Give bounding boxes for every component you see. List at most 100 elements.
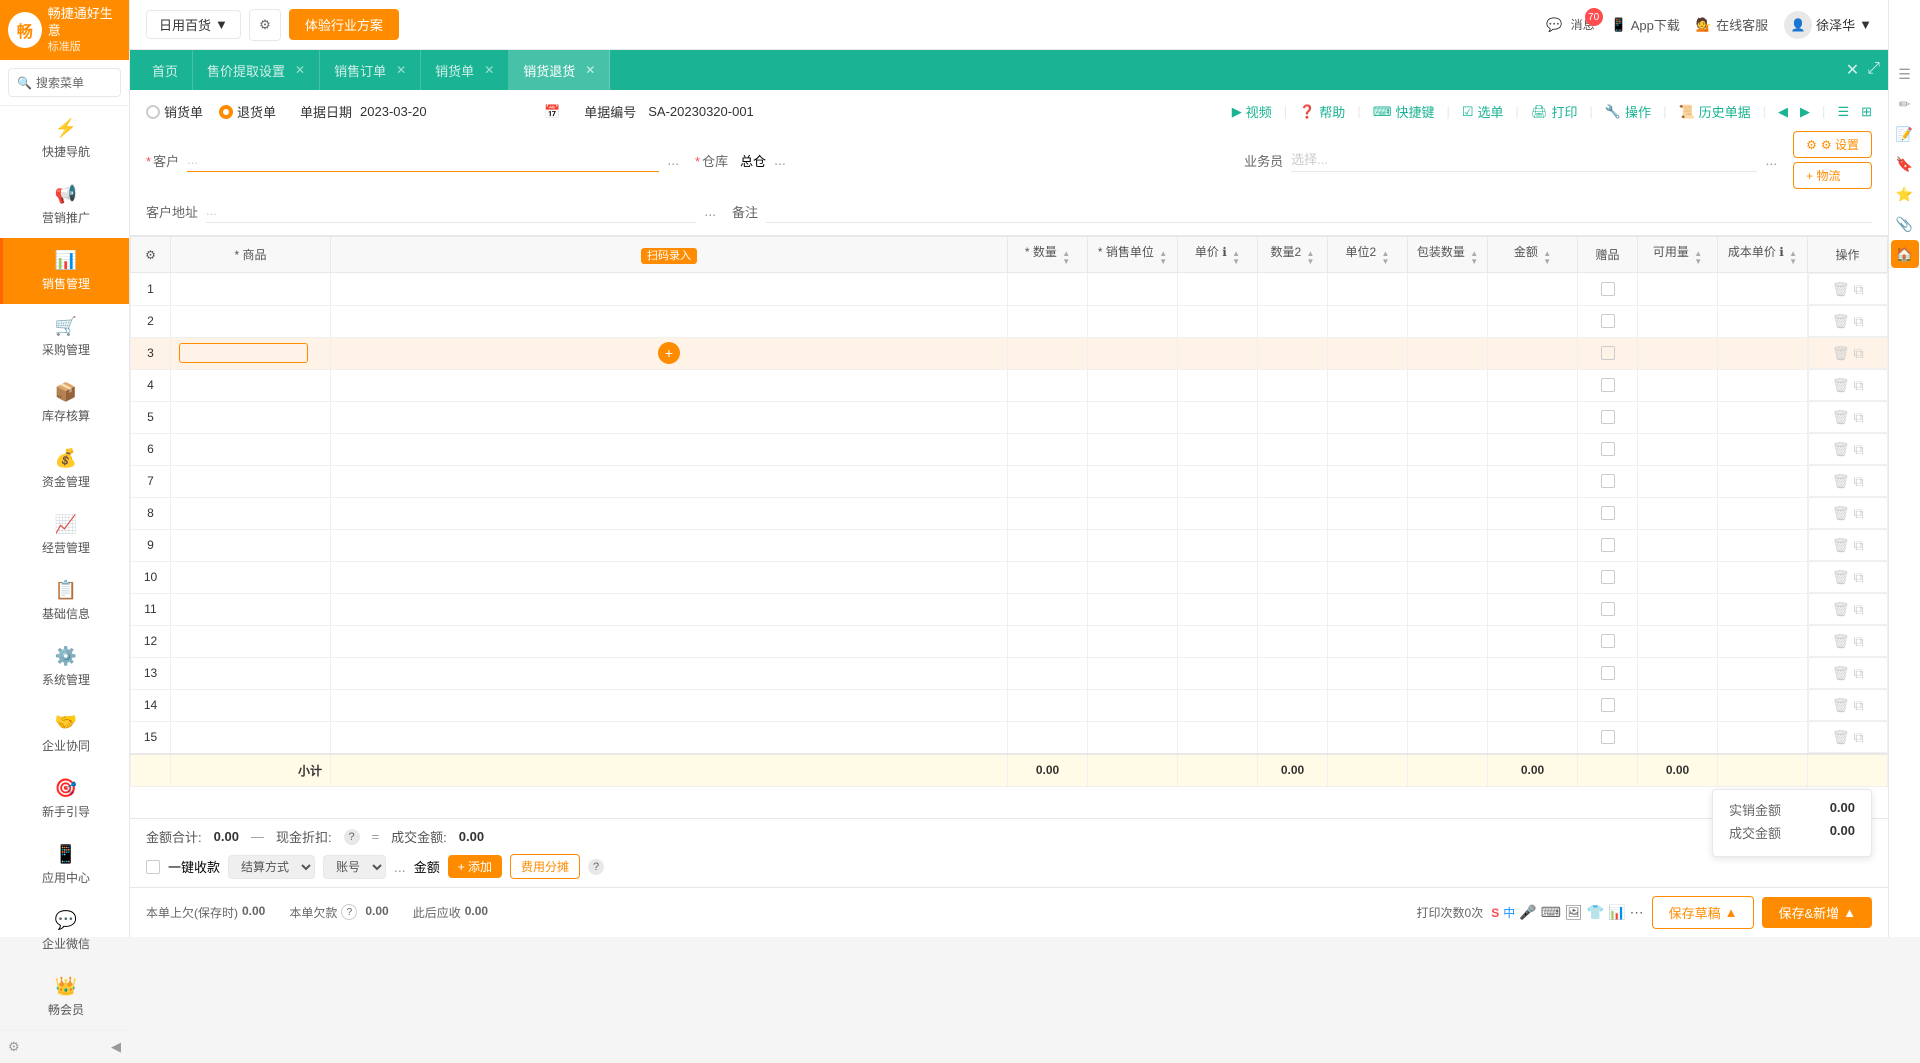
cost-cell[interactable] bbox=[1718, 657, 1808, 689]
unit2-cell[interactable] bbox=[1328, 497, 1408, 529]
add-row-button[interactable]: + bbox=[658, 342, 680, 364]
sidebar-item-finance[interactable]: 💰 资金管理 bbox=[0, 436, 129, 502]
sidebar-item-system[interactable]: ⚙️ 系统管理 bbox=[0, 634, 129, 700]
amount-cell[interactable] bbox=[1488, 721, 1578, 754]
sidebar-settings-icon[interactable]: ⚙ bbox=[8, 1039, 20, 1055]
gift-checkbox[interactable] bbox=[1601, 602, 1615, 616]
sidebar-search[interactable]: 🔍 搜索菜单 bbox=[0, 60, 129, 106]
available-cell[interactable] bbox=[1638, 529, 1718, 561]
account-select[interactable]: 账号 bbox=[323, 855, 386, 879]
add-row-cell[interactable]: + bbox=[331, 337, 1008, 369]
mic-icon[interactable]: 🎤 bbox=[1519, 904, 1536, 921]
add-payment-button[interactable]: + 添加 bbox=[448, 855, 502, 878]
warehouse-more-icon[interactable]: ... bbox=[774, 152, 786, 168]
cost-cell[interactable] bbox=[1718, 625, 1808, 657]
sidebar-item-purchase[interactable]: 🛒 采购管理 bbox=[0, 304, 129, 370]
copy-row-icon[interactable]: ⧉ bbox=[1854, 569, 1864, 586]
pkg-sort-icon[interactable]: ▲▼ bbox=[1470, 250, 1478, 266]
qty2-cell[interactable] bbox=[1258, 497, 1328, 529]
cost-cell[interactable] bbox=[1718, 337, 1808, 369]
delete-row-icon[interactable]: 🗑 bbox=[1832, 345, 1850, 362]
cost-cell[interactable] bbox=[1718, 401, 1808, 433]
unit-cell[interactable] bbox=[1088, 721, 1178, 754]
qty-cell[interactable] bbox=[1008, 337, 1088, 369]
product-cell[interactable] bbox=[171, 273, 331, 306]
cost-cell[interactable] bbox=[1718, 369, 1808, 401]
unit2-cell[interactable] bbox=[1328, 273, 1408, 306]
gift-checkbox[interactable] bbox=[1601, 634, 1615, 648]
cost-sort-icon[interactable]: ▲▼ bbox=[1789, 250, 1797, 266]
price-cell[interactable] bbox=[1178, 465, 1258, 497]
unit2-cell[interactable] bbox=[1328, 305, 1408, 337]
unit-cell[interactable] bbox=[1088, 305, 1178, 337]
copy-row-icon[interactable]: ⧉ bbox=[1854, 441, 1864, 458]
available-cell[interactable] bbox=[1638, 721, 1718, 754]
qty-cell[interactable] bbox=[1008, 305, 1088, 337]
unit-cell[interactable] bbox=[1088, 529, 1178, 561]
qty-cell[interactable] bbox=[1008, 497, 1088, 529]
pkg-cell[interactable] bbox=[1408, 433, 1488, 465]
amount-sort-icon[interactable]: ▲▼ bbox=[1543, 250, 1551, 266]
amount-cell[interactable] bbox=[1488, 529, 1578, 561]
gift-checkbox[interactable] bbox=[1601, 570, 1615, 584]
radio-sale-return[interactable]: 退货单 bbox=[219, 102, 276, 121]
note-input[interactable] bbox=[766, 199, 1872, 223]
product-cell[interactable] bbox=[171, 657, 331, 689]
pkg-cell[interactable] bbox=[1408, 529, 1488, 561]
customer-input[interactable] bbox=[187, 148, 659, 172]
price-cell[interactable] bbox=[1178, 657, 1258, 689]
available-cell[interactable] bbox=[1638, 689, 1718, 721]
sidebar-item-newbie[interactable]: 🎯 新手引导 bbox=[0, 766, 129, 832]
available-cell[interactable] bbox=[1638, 369, 1718, 401]
toolbar-operation[interactable]: 🔧 操作 bbox=[1605, 102, 1651, 121]
product-cell[interactable] bbox=[171, 465, 331, 497]
product-cell[interactable] bbox=[171, 561, 331, 593]
tab-sale-invoice[interactable]: 销货单 ✕ bbox=[421, 50, 509, 90]
price-cell[interactable] bbox=[1178, 337, 1258, 369]
amount-cell[interactable] bbox=[1488, 561, 1578, 593]
copy-row-icon[interactable]: ⧉ bbox=[1854, 601, 1864, 618]
trial-plan-button[interactable]: 体验行业方案 bbox=[289, 9, 399, 40]
unit-cell[interactable] bbox=[1088, 625, 1178, 657]
price-cell[interactable] bbox=[1178, 561, 1258, 593]
online-service-button[interactable]: 💁 在线客服 bbox=[1696, 15, 1768, 34]
price-sort-icon[interactable]: ▲▼ bbox=[1232, 250, 1240, 266]
account-more-icon[interactable]: ... bbox=[394, 859, 406, 875]
qty-cell[interactable] bbox=[1008, 465, 1088, 497]
qty2-cell[interactable] bbox=[1258, 305, 1328, 337]
right-panel-list-icon[interactable]: ☰ bbox=[1891, 60, 1919, 88]
toolbar-view-grid[interactable]: ⊞ bbox=[1861, 104, 1872, 120]
amount-cell[interactable] bbox=[1488, 689, 1578, 721]
qty-cell[interactable] bbox=[1008, 625, 1088, 657]
cost-cell[interactable] bbox=[1718, 465, 1808, 497]
cost-cell[interactable] bbox=[1718, 721, 1808, 754]
gift-checkbox[interactable] bbox=[1601, 666, 1615, 680]
amount-cell[interactable] bbox=[1488, 305, 1578, 337]
pkg-cell[interactable] bbox=[1408, 337, 1488, 369]
sidebar-item-basic-info[interactable]: 📋 基础信息 bbox=[0, 568, 129, 634]
qty2-cell[interactable] bbox=[1258, 561, 1328, 593]
available-cell[interactable] bbox=[1638, 465, 1718, 497]
staff-input[interactable] bbox=[1291, 148, 1757, 172]
sidebar-item-enterprise[interactable]: 🤝 企业协同 bbox=[0, 700, 129, 766]
toolbar-shortcut[interactable]: ⌨ 快捷键 bbox=[1373, 102, 1435, 121]
one-click-payment-checkbox[interactable] bbox=[146, 860, 160, 874]
unit2-cell[interactable] bbox=[1328, 593, 1408, 625]
price-cell[interactable] bbox=[1178, 689, 1258, 721]
qty-cell[interactable] bbox=[1008, 369, 1088, 401]
qty-cell[interactable] bbox=[1008, 529, 1088, 561]
amount-cell[interactable] bbox=[1488, 337, 1578, 369]
pkg-cell[interactable] bbox=[1408, 721, 1488, 754]
delete-row-icon[interactable]: 🗑 bbox=[1832, 665, 1850, 682]
product-cell[interactable] bbox=[171, 689, 331, 721]
fee-help-icon[interactable]: ? bbox=[588, 859, 604, 875]
product-cell[interactable] bbox=[171, 305, 331, 337]
calendar-icon[interactable]: 📅 bbox=[544, 104, 560, 120]
pkg-cell[interactable] bbox=[1408, 497, 1488, 529]
settle-method-select[interactable]: 结算方式 bbox=[228, 855, 315, 879]
radio-sale-invoice[interactable]: 销货单 bbox=[146, 102, 203, 121]
right-panel-edit-icon[interactable]: ✏ bbox=[1891, 90, 1919, 118]
unit2-cell[interactable] bbox=[1328, 465, 1408, 497]
product-cell[interactable] bbox=[171, 593, 331, 625]
price-cell[interactable] bbox=[1178, 593, 1258, 625]
